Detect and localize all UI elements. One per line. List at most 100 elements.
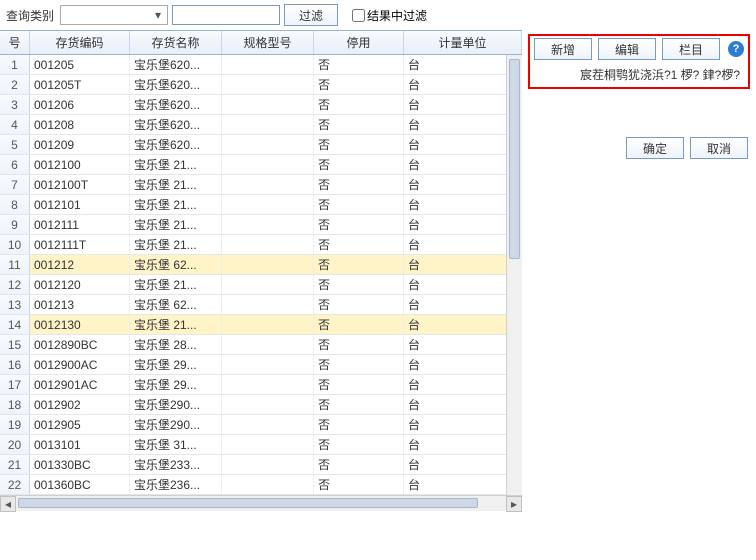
cell-spec xyxy=(222,395,314,414)
filter-in-results-checkbox-wrap[interactable]: 结果中过滤 xyxy=(352,7,427,24)
table-row[interactable]: 70012100T宝乐堡 21...否台 xyxy=(0,175,522,195)
cell-code: 0012120 xyxy=(30,275,130,294)
vertical-scrollbar-thumb[interactable] xyxy=(509,59,520,259)
cell-idx: 8 xyxy=(0,195,30,214)
table-row[interactable]: 120012120宝乐堡 21...否台 xyxy=(0,275,522,295)
cell-name: 宝乐堡 28... xyxy=(130,335,222,354)
cell-code: 0012111T xyxy=(30,235,130,254)
cell-unit: 台 xyxy=(404,55,522,74)
cell-stop: 否 xyxy=(314,315,404,334)
cell-stop: 否 xyxy=(314,375,404,394)
cell-unit: 台 xyxy=(404,415,522,434)
help-icon[interactable]: ? xyxy=(728,41,744,57)
cell-unit: 台 xyxy=(404,75,522,94)
th-index[interactable]: 号 xyxy=(0,31,30,54)
ok-button[interactable]: 确定 xyxy=(626,137,684,159)
th-spec[interactable]: 规格型号 xyxy=(222,31,314,54)
table-row[interactable]: 200013101宝乐堡 31...否台 xyxy=(0,435,522,455)
table-row[interactable]: 13001213宝乐堡 62...否台 xyxy=(0,295,522,315)
horizontal-scrollbar-track[interactable] xyxy=(16,496,506,512)
cell-name: 宝乐堡 21... xyxy=(130,155,222,174)
filter-search-input[interactable] xyxy=(172,5,280,25)
cancel-button[interactable]: 取消 xyxy=(690,137,748,159)
cell-name: 宝乐堡 29... xyxy=(130,355,222,374)
cell-name: 宝乐堡290... xyxy=(130,415,222,434)
cell-spec xyxy=(222,355,314,374)
cell-idx: 16 xyxy=(0,355,30,374)
cell-name: 宝乐堡620... xyxy=(130,115,222,134)
filter-category-label: 查询类别 xyxy=(6,7,54,24)
cell-idx: 13 xyxy=(0,295,30,314)
cell-idx: 11 xyxy=(0,255,30,274)
cell-idx: 14 xyxy=(0,315,30,334)
table-row[interactable]: 1001205宝乐堡620...否台 xyxy=(0,55,522,75)
filter-in-results-checkbox[interactable] xyxy=(352,9,365,22)
cell-code: 0012901AC xyxy=(30,375,130,394)
cell-stop: 否 xyxy=(314,55,404,74)
edit-button[interactable]: 编辑 xyxy=(598,38,656,60)
th-name[interactable]: 存货名称 xyxy=(130,31,222,54)
cell-idx: 19 xyxy=(0,415,30,434)
table-row[interactable]: 2001205T宝乐堡620...否台 xyxy=(0,75,522,95)
cell-spec xyxy=(222,235,314,254)
cell-idx: 10 xyxy=(0,235,30,254)
horizontal-scrollbar[interactable]: ◂ ▸ xyxy=(0,495,522,511)
cell-unit: 台 xyxy=(404,315,522,334)
cell-name: 宝乐堡 21... xyxy=(130,175,222,194)
table-row[interactable]: 22001360BC宝乐堡236...否台 xyxy=(0,475,522,495)
cell-spec xyxy=(222,95,314,114)
scroll-right-icon[interactable]: ▸ xyxy=(506,496,522,512)
table-row[interactable]: 100012111T宝乐堡 21...否台 xyxy=(0,235,522,255)
table-row[interactable]: 80012101宝乐堡 21...否台 xyxy=(0,195,522,215)
scroll-left-icon[interactable]: ◂ xyxy=(0,496,16,512)
cell-name: 宝乐堡620... xyxy=(130,135,222,154)
table-row[interactable]: 190012905宝乐堡290...否台 xyxy=(0,415,522,435)
column-button[interactable]: 栏目 xyxy=(662,38,720,60)
th-unit[interactable]: 计量单位 xyxy=(404,31,522,54)
cell-spec xyxy=(222,315,314,334)
table-row[interactable]: 150012890BC宝乐堡 28...否台 xyxy=(0,335,522,355)
table-row[interactable]: 3001206宝乐堡620...否台 xyxy=(0,95,522,115)
cell-spec xyxy=(222,455,314,474)
cell-spec xyxy=(222,475,314,494)
th-code[interactable]: 存货编码 xyxy=(30,31,130,54)
table-body: 1001205宝乐堡620...否台2001205T宝乐堡620...否台300… xyxy=(0,55,522,495)
table-row[interactable]: 160012900AC宝乐堡 29...否台 xyxy=(0,355,522,375)
cell-spec xyxy=(222,415,314,434)
cell-spec xyxy=(222,375,314,394)
cell-unit: 台 xyxy=(404,195,522,214)
cell-unit: 台 xyxy=(404,215,522,234)
table-header-row: 号 存货编码 存货名称 规格型号 停用 计量单位 xyxy=(0,31,522,55)
cell-code: 0012900AC xyxy=(30,355,130,374)
status-message: 宸茬桐鹗犹浇浜?1 椤? 銉?椤? xyxy=(534,64,744,85)
cell-unit: 台 xyxy=(404,235,522,254)
table-row[interactable]: 60012100宝乐堡 21...否台 xyxy=(0,155,522,175)
horizontal-scrollbar-thumb[interactable] xyxy=(18,498,478,508)
cell-spec xyxy=(222,175,314,194)
filter-category-dropdown[interactable]: ▾ xyxy=(60,5,168,25)
cell-spec xyxy=(222,195,314,214)
cell-spec xyxy=(222,275,314,294)
table-row[interactable]: 180012902宝乐堡290...否台 xyxy=(0,395,522,415)
cell-code: 0012890BC xyxy=(30,335,130,354)
cell-idx: 15 xyxy=(0,335,30,354)
table-row[interactable]: 170012901AC宝乐堡 29...否台 xyxy=(0,375,522,395)
table-row[interactable]: 21001330BC宝乐堡233...否台 xyxy=(0,455,522,475)
cell-unit: 台 xyxy=(404,155,522,174)
new-button[interactable]: 新增 xyxy=(534,38,592,60)
cell-name: 宝乐堡 62... xyxy=(130,295,222,314)
table-row[interactable]: 4001208宝乐堡620...否台 xyxy=(0,115,522,135)
cell-idx: 21 xyxy=(0,455,30,474)
table-row[interactable]: 140012130宝乐堡 21...否台 xyxy=(0,315,522,335)
cell-spec xyxy=(222,155,314,174)
cell-code: 0012905 xyxy=(30,415,130,434)
table-row[interactable]: 90012111宝乐堡 21...否台 xyxy=(0,215,522,235)
vertical-scrollbar[interactable] xyxy=(506,55,522,495)
cell-stop: 否 xyxy=(314,135,404,154)
cell-name: 宝乐堡 29... xyxy=(130,375,222,394)
table-row[interactable]: 11001212宝乐堡 62...否台 xyxy=(0,255,522,275)
table-row[interactable]: 5001209宝乐堡620...否台 xyxy=(0,135,522,155)
cell-idx: 12 xyxy=(0,275,30,294)
th-disabled[interactable]: 停用 xyxy=(314,31,404,54)
filter-button[interactable]: 过滤 xyxy=(284,4,338,26)
